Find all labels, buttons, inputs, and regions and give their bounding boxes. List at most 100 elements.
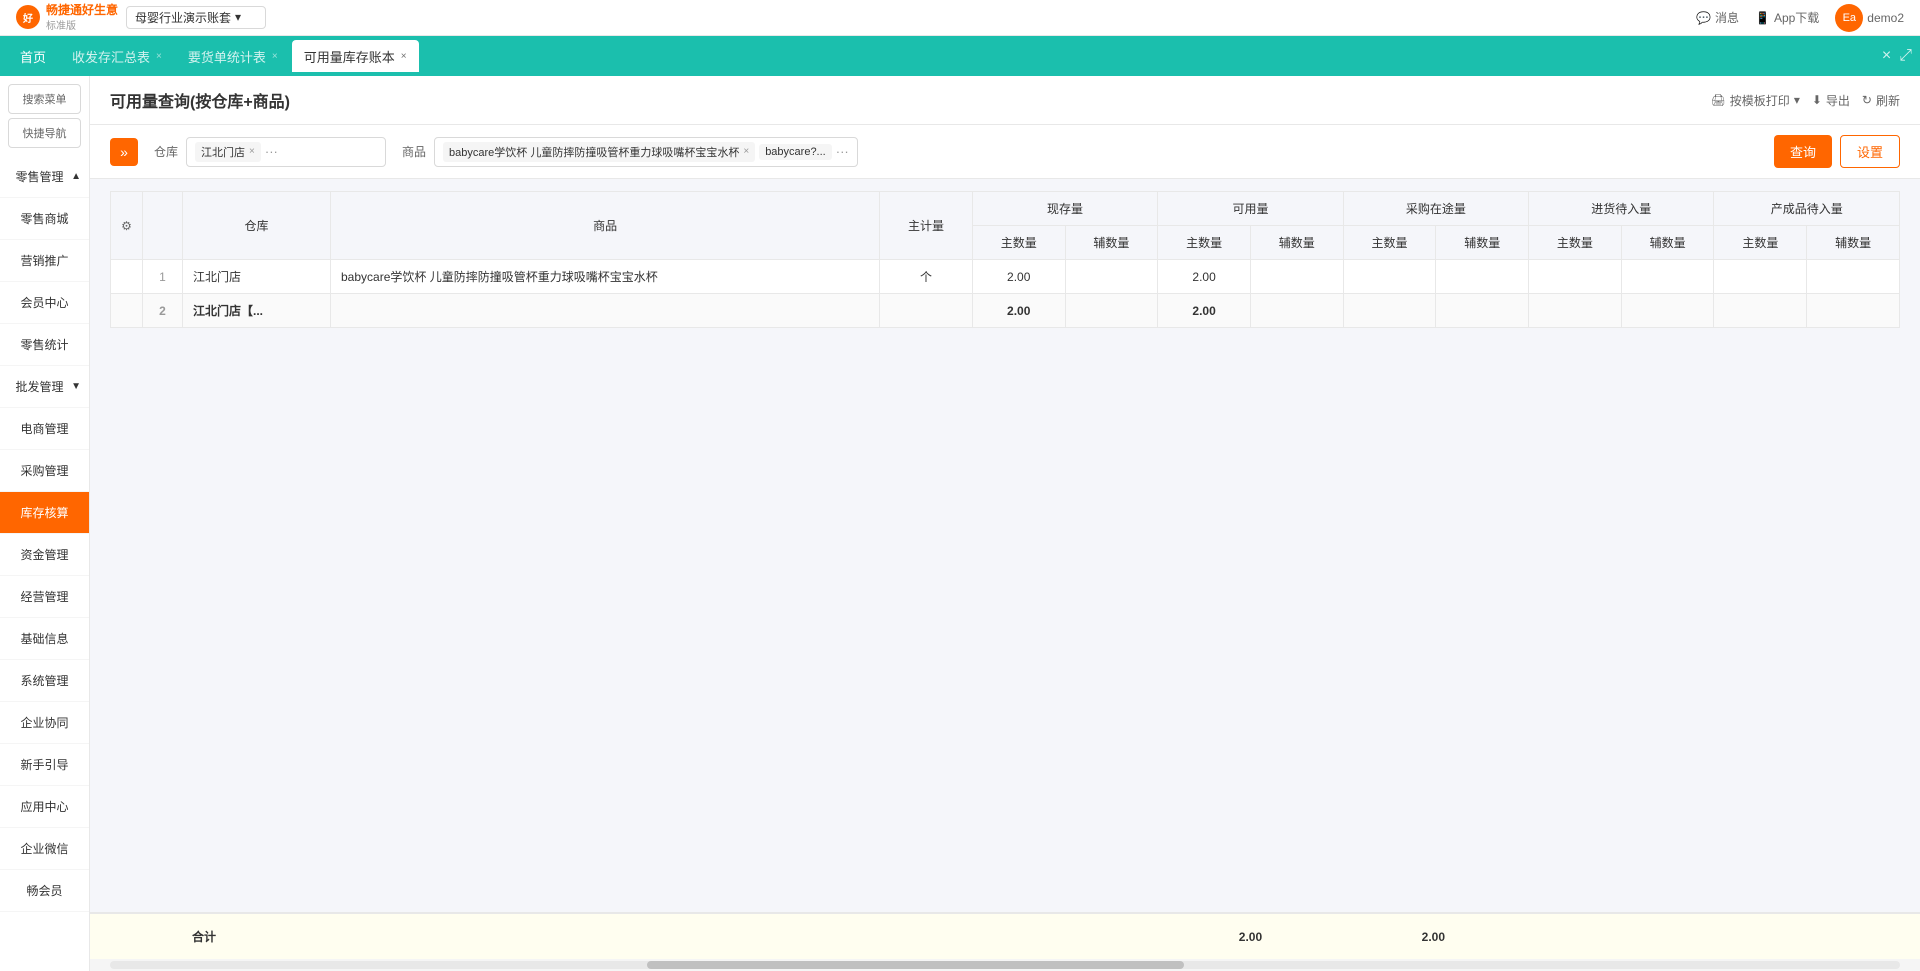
footer-table: 合计 2.00 2.00 [110, 922, 1900, 951]
sidebar-item-enterprise-collab[interactable]: 企业协同 [0, 702, 89, 744]
tab-bar: 首页 收发存汇总表 × 要货单统计表 × 可用量库存账本 × × ⤢ [0, 36, 1920, 76]
th-available: 可用量 [1158, 192, 1343, 226]
tab-receivables-close[interactable]: × [156, 51, 162, 62]
refresh-action[interactable]: ↻ 刷新 [1862, 92, 1900, 109]
industry-label: 母婴行业演示账套 [135, 9, 231, 26]
table-footer: 合计 2.00 2.00 [90, 912, 1920, 959]
sidebar-search-btn[interactable]: 搜索菜单 [8, 84, 81, 114]
tab-home[interactable]: 首页 [8, 40, 58, 72]
double-arrow-icon: » [120, 144, 128, 160]
sidebar-item-basic-info[interactable]: 基础信息 [0, 618, 89, 660]
logo-icon: 好 [16, 5, 40, 29]
warehouse-tag-close[interactable]: × [249, 146, 255, 157]
tab-available-stock[interactable]: 可用量库存账本 × [292, 40, 419, 72]
sidebar-nav-btn[interactable]: 快捷导航 [8, 118, 81, 148]
sidebar-item-marketing[interactable]: 营销推广 [0, 240, 89, 282]
sidebar-item-purchase[interactable]: 采购管理 [0, 450, 89, 492]
cell-pt-aux [1436, 260, 1529, 294]
cell-available-main: 2.00 [1158, 260, 1251, 294]
sidebar-item-system[interactable]: 系统管理 [0, 660, 89, 702]
th-prod-main: 主数量 [1714, 226, 1807, 260]
cell-unit: 个 [880, 260, 973, 294]
sidebar-item-inventory[interactable]: 库存核算 [0, 492, 89, 534]
tab-order-stats[interactable]: 要货单统计表 × [176, 40, 290, 72]
tab-receivables[interactable]: 收发存汇总表 × [60, 40, 174, 72]
sidebar-item-retail-management[interactable]: 零售管理 ▲ [0, 156, 89, 198]
tab-bar-right: × ⤢ [1882, 47, 1912, 65]
warehouse-tag: 江北门店 × [195, 142, 261, 162]
sidebar-item-retail-stats[interactable]: 零售统计 [0, 324, 89, 366]
sidebar: 搜索菜单 快捷导航 零售管理 ▲ 零售商城 营销推广 会员中心 零售统计 批发管… [0, 76, 90, 971]
chevron-down-icon: ▾ [235, 10, 241, 24]
table-container: ⚙ 仓库 商品 主计量 现存量 可用量 采购在途量 进货待入量 产成品待入量 主… [90, 179, 1920, 912]
cell-pt-main [1343, 260, 1436, 294]
sidebar-item-operations[interactable]: 经营管理 [0, 576, 89, 618]
cell-warehouse-subtotal: 江北门店【... [183, 294, 331, 328]
sidebar-top-buttons: 搜索菜单 快捷导航 [0, 76, 89, 156]
warehouse-tag-value: 江北门店 [201, 144, 245, 160]
settings-button[interactable]: 设置 [1840, 135, 1900, 168]
th-index [143, 192, 183, 260]
home-tab-label: 首页 [20, 47, 46, 66]
tab-available-stock-close[interactable]: × [401, 51, 407, 62]
footer-pp-main [1669, 922, 1727, 951]
sidebar-item-app-center[interactable]: 应用中心 [0, 786, 89, 828]
th-current-main: 主数量 [972, 226, 1065, 260]
product-more-icon[interactable]: ··· [836, 144, 849, 159]
industry-selector[interactable]: 母婴行业演示账套 ▾ [126, 6, 266, 29]
cell-current-aux [1065, 260, 1158, 294]
message-action[interactable]: 💬 消息 [1696, 9, 1739, 26]
page-header: 可用量查询(按仓库+商品) 🖨 按模板打印 ▾ ⬇ 导出 ↻ 刷新 [90, 76, 1920, 125]
cell-prod-aux [1807, 260, 1900, 294]
tab-order-stats-label: 要货单统计表 [188, 47, 266, 66]
footer-product-col [262, 922, 1128, 951]
settings-icon[interactable]: ⚙ [121, 219, 132, 233]
sidebar-item-enterprise-wechat[interactable]: 企业微信 [0, 828, 89, 870]
print-label: 按模板打印 [1730, 92, 1790, 109]
product-tag-1-close[interactable]: × [743, 146, 749, 157]
footer-pt-aux [1611, 922, 1669, 951]
query-button[interactable]: 查询 [1774, 135, 1832, 168]
cell-current-main-subtotal: 2.00 [972, 294, 1065, 328]
export-action[interactable]: ⬇ 导出 [1812, 92, 1850, 109]
refresh-label: 刷新 [1876, 92, 1900, 109]
filter-area: » 仓库 江北门店 × ··· 商品 babycare学饮杯 儿童防摔防撞吸管杯… [90, 125, 1920, 179]
tab-receivables-label: 收发存汇总表 [72, 47, 150, 66]
sidebar-item-newbie[interactable]: 新手引导 [0, 744, 89, 786]
horizontal-scrollbar[interactable] [90, 959, 1920, 971]
table-row: 1 江北门店 babycare学饮杯 儿童防摔防撞吸管杯重力球吸嘴杯宝宝水杯 个… [111, 260, 1900, 294]
refresh-icon: ↻ [1862, 93, 1872, 107]
footer-pp-aux [1727, 922, 1785, 951]
sidebar-item-ecommerce[interactable]: 电商管理 [0, 408, 89, 450]
sidebar-item-member-center[interactable]: 会员中心 [0, 282, 89, 324]
tab-order-stats-close[interactable]: × [272, 51, 278, 62]
th-production-pending: 产成品待入量 [1714, 192, 1900, 226]
th-unit: 主计量 [880, 192, 973, 260]
th-pt-aux: 辅数量 [1436, 226, 1529, 260]
th-available-aux: 辅数量 [1250, 226, 1343, 260]
mobile-icon: 📱 [1755, 11, 1770, 25]
data-table: ⚙ 仓库 商品 主计量 现存量 可用量 采购在途量 进货待入量 产成品待入量 主… [110, 191, 1900, 328]
user-area[interactable]: Ea demo2 [1835, 4, 1904, 32]
cell-current-aux-subtotal [1065, 294, 1158, 328]
cell-unit-empty [880, 294, 973, 328]
filter-toggle-btn[interactable]: » [110, 138, 138, 166]
print-action[interactable]: 🖨 按模板打印 ▾ [1711, 92, 1800, 109]
warehouse-more-icon[interactable]: ··· [265, 144, 278, 159]
sidebar-item-finance[interactable]: 资金管理 [0, 534, 89, 576]
warehouse-input[interactable]: 江北门店 × ··· [186, 137, 386, 167]
sidebar-item-chang-member[interactable]: 畅会员 [0, 870, 89, 912]
sidebar-item-retail-mall[interactable]: 零售商城 [0, 198, 89, 240]
app-download-action[interactable]: 📱 App下载 [1755, 9, 1819, 26]
sidebar-item-wholesale[interactable]: 批发管理 ▼ [0, 366, 89, 408]
tab-expand-btn[interactable]: ⤢ [1899, 47, 1912, 65]
cell-product-empty [331, 294, 880, 328]
cell-prod-main [1714, 260, 1807, 294]
export-icon: ⬇ [1812, 93, 1822, 107]
product-input[interactable]: babycare学饮杯 儿童防摔防撞吸管杯重力球吸嘴杯宝宝水杯 × babyca… [434, 137, 858, 167]
main-layout: 搜索菜单 快捷导航 零售管理 ▲ 零售商城 营销推广 会员中心 零售统计 批发管… [0, 76, 1920, 971]
scroll-thumb[interactable] [647, 961, 1184, 969]
tab-close-all-btn[interactable]: × [1882, 47, 1891, 65]
th-available-main: 主数量 [1158, 226, 1251, 260]
footer-available-aux [1496, 922, 1554, 951]
